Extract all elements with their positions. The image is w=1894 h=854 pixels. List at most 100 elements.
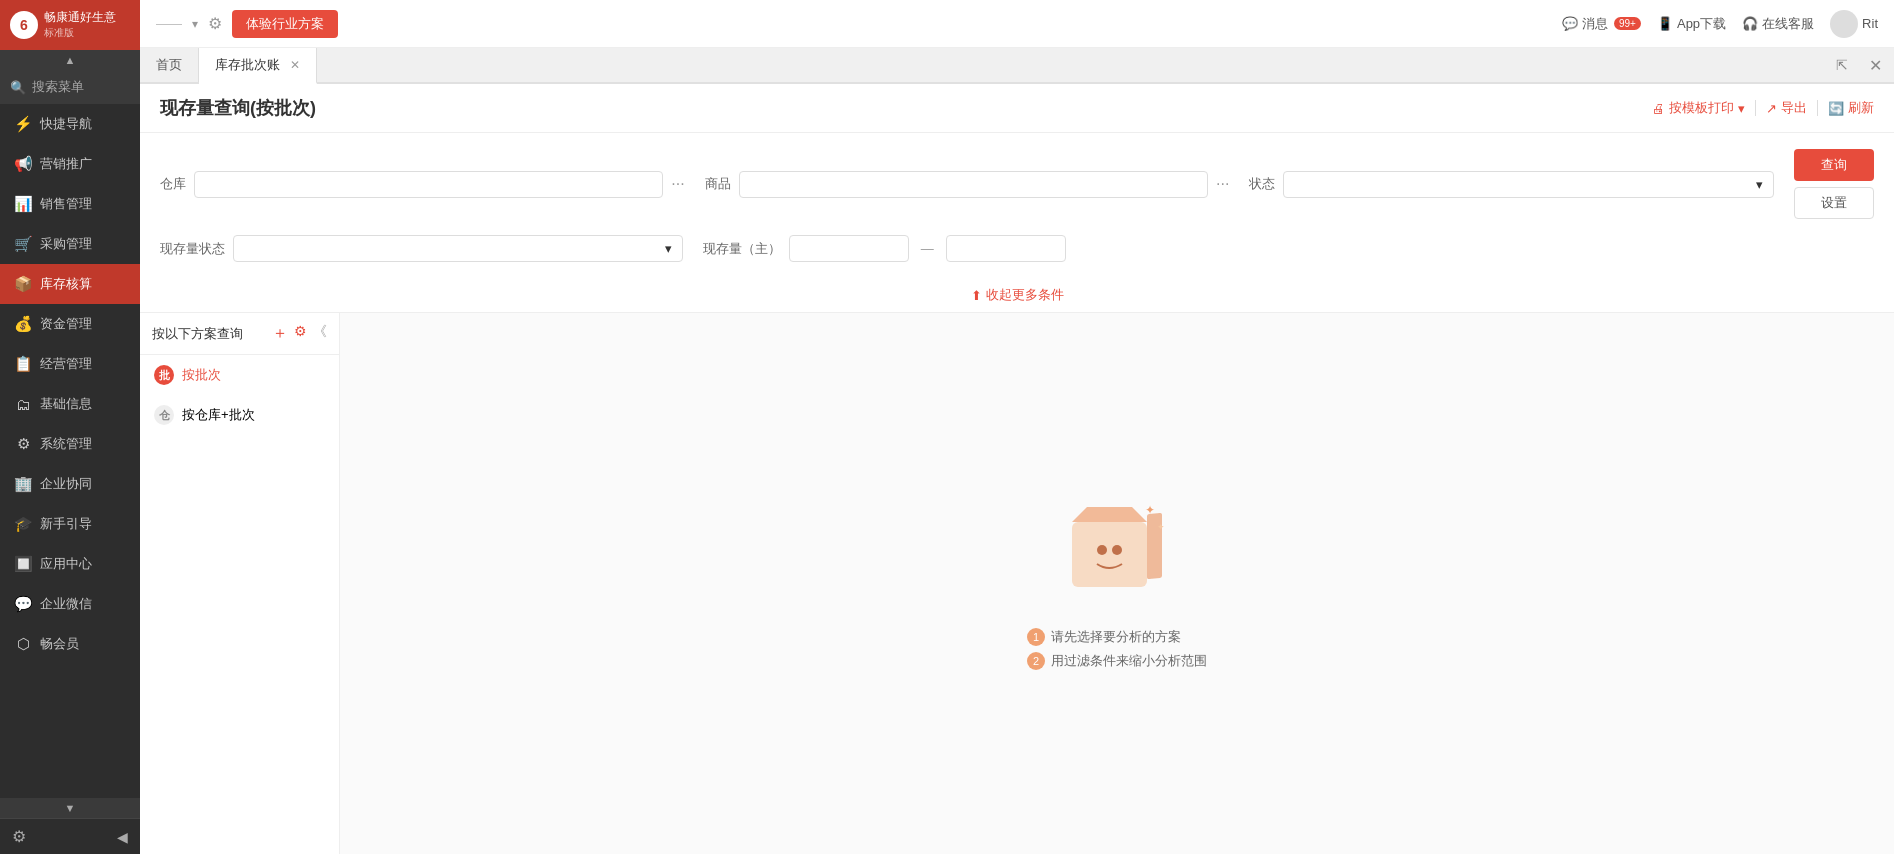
purchase-icon: 🛒 bbox=[14, 235, 32, 253]
collapse-row[interactable]: ⬆ 收起更多条件 bbox=[140, 278, 1894, 313]
divider bbox=[1755, 100, 1756, 116]
sidebar-scroll-down[interactable]: ▼ bbox=[0, 798, 140, 818]
template-print-btn[interactable]: 🖨 按模板打印 ▾ bbox=[1652, 99, 1745, 117]
user-avatar-btn[interactable]: Rit bbox=[1830, 10, 1878, 38]
sidebar-item-wechat[interactable]: 💬 企业微信 bbox=[0, 584, 140, 624]
operation-icon: 📋 bbox=[14, 355, 32, 373]
svg-point-3 bbox=[1097, 545, 1107, 555]
topbar-right: 💬 消息 99+ 📱 App下载 🎧 在线客服 Rit bbox=[1562, 10, 1878, 38]
trial-btn[interactable]: 体验行业方案 bbox=[232, 10, 338, 38]
sidebar-bottom-settings-icon[interactable]: ⚙ bbox=[12, 827, 26, 846]
sidebar-item-marketing[interactable]: 📢 营销推广 bbox=[0, 144, 140, 184]
sidebar-nav: ⚡ 快捷导航 📢 营销推广 📊 销售管理 🛒 采购管理 📦 库存核算 💰 资金管… bbox=[0, 104, 140, 798]
avatar bbox=[1830, 10, 1858, 38]
sidebar-item-label: 应用中心 bbox=[40, 555, 92, 573]
sidebar-item-basic[interactable]: 🗂 基础信息 bbox=[0, 384, 140, 424]
product-input[interactable] bbox=[739, 171, 1208, 198]
sidebar-item-label: 营销推广 bbox=[40, 155, 92, 173]
sidebar-item-member[interactable]: ⬡ 畅会员 bbox=[0, 624, 140, 664]
message-icon: 💬 bbox=[1562, 16, 1578, 31]
system-icon: ⚙ bbox=[14, 435, 32, 453]
sales-icon: 📊 bbox=[14, 195, 32, 213]
scheme-add-btn[interactable]: ＋ bbox=[272, 323, 288, 344]
basic-icon: 🗂 bbox=[14, 395, 32, 413]
sidebar-item-newbie[interactable]: 🎓 新手引导 bbox=[0, 504, 140, 544]
shortcut-icon: ⚡ bbox=[14, 115, 32, 133]
tab-close-icon[interactable]: ✕ bbox=[290, 58, 300, 72]
phone-icon: 📱 bbox=[1657, 16, 1673, 31]
empty-state: ✦ ✦ 1 请先选择要分析的方案 2 用过滤条件来缩小分析范围 bbox=[1027, 492, 1207, 676]
tab-inventory-batch[interactable]: 库存批次账 ✕ bbox=[199, 48, 317, 84]
topbar-dropdown-icon[interactable]: ▾ bbox=[192, 17, 198, 31]
stock-status-select[interactable]: ▾ bbox=[233, 235, 683, 262]
settings-btn[interactable]: 设置 bbox=[1794, 187, 1874, 219]
refresh-btn[interactable]: 🔄 刷新 bbox=[1828, 99, 1874, 117]
topbar: —— ▾ ⚙ 体验行业方案 💬 消息 99+ 📱 App下载 🎧 在线客服 Ri… bbox=[140, 0, 1894, 48]
app-download-btn[interactable]: 📱 App下载 bbox=[1657, 15, 1726, 33]
scheme-settings-btn[interactable]: ⚙ bbox=[294, 323, 307, 344]
query-btn[interactable]: 查询 bbox=[1794, 149, 1874, 181]
sidebar-item-purchase[interactable]: 🛒 采购管理 bbox=[0, 224, 140, 264]
print-dropdown-icon[interactable]: ▾ bbox=[1738, 101, 1745, 116]
collapse-up-icon: ⬆ bbox=[971, 288, 982, 303]
page-header: 现存量查询(按批次) 🖨 按模板打印 ▾ ↗ 导出 🔄 刷新 bbox=[140, 84, 1894, 133]
sidebar-collapse-icon[interactable]: ◀ bbox=[117, 829, 128, 845]
sidebar-item-system[interactable]: ⚙ 系统管理 bbox=[0, 424, 140, 464]
hint-num-2: 2 bbox=[1027, 652, 1045, 670]
sidebar-search-label: 搜索菜单 bbox=[32, 78, 84, 96]
scheme-collapse-btn[interactable]: 《 bbox=[313, 323, 327, 344]
sidebar-item-label: 经营管理 bbox=[40, 355, 92, 373]
sidebar: 6 畅康通好生意 标准版 ▲ 🔍 搜索菜单 ⚡ 快捷导航 📢 营销推广 📊 销售… bbox=[0, 0, 140, 854]
sidebar-item-enterprise[interactable]: 🏢 企业协同 bbox=[0, 464, 140, 504]
sidebar-scroll-up[interactable]: ▲ bbox=[0, 50, 140, 70]
scheme-item-batch[interactable]: 批 按批次 bbox=[140, 355, 339, 395]
product-dots-btn[interactable]: ··· bbox=[1216, 175, 1229, 193]
sidebar-item-label: 畅会员 bbox=[40, 635, 79, 653]
scheme-item-warehouse-batch[interactable]: 仓 按仓库+批次 bbox=[140, 395, 339, 435]
marketing-icon: 📢 bbox=[14, 155, 32, 173]
messages-btn[interactable]: 💬 消息 99+ bbox=[1562, 15, 1641, 33]
export-btn[interactable]: ↗ 导出 bbox=[1766, 99, 1807, 117]
messages-badge: 99+ bbox=[1614, 17, 1641, 30]
sidebar-item-inventory[interactable]: 📦 库存核算 bbox=[0, 264, 140, 304]
hint-text-2: 用过滤条件来缩小分析范围 bbox=[1051, 652, 1207, 670]
warehouse-dots-btn[interactable]: ··· bbox=[671, 175, 684, 193]
filter-panel: 仓库 ··· 商品 ··· 状态 ▾ bbox=[140, 133, 1894, 278]
topbar-gear-icon[interactable]: ⚙ bbox=[208, 14, 222, 33]
sidebar-search[interactable]: 🔍 搜索菜单 bbox=[0, 70, 140, 104]
empty-hints: 1 请先选择要分析的方案 2 用过滤条件来缩小分析范围 bbox=[1027, 628, 1207, 676]
sidebar-item-appstore[interactable]: 🔲 应用中心 bbox=[0, 544, 140, 584]
sidebar-item-finance[interactable]: 💰 资金管理 bbox=[0, 304, 140, 344]
topbar-left: —— ▾ ⚙ 体验行业方案 bbox=[156, 10, 338, 38]
stock-status-dropdown-icon: ▾ bbox=[665, 241, 672, 256]
scheme-item-warehouse-batch-label: 按仓库+批次 bbox=[182, 406, 255, 424]
tabbar-expand-btn[interactable]: ⇱ bbox=[1826, 48, 1858, 82]
status-select[interactable]: ▾ bbox=[1283, 171, 1774, 198]
divider2 bbox=[1817, 100, 1818, 116]
tabbar-close-btn[interactable]: ✕ bbox=[1857, 48, 1894, 82]
warehouse-input[interactable] bbox=[194, 171, 663, 198]
stock-qty-from-input[interactable] bbox=[789, 235, 909, 262]
scheme-icon-warehouse-batch: 仓 bbox=[154, 405, 174, 425]
tab-inventory-batch-label: 库存批次账 bbox=[215, 56, 280, 74]
app-edition: 标准版 bbox=[44, 26, 116, 40]
sidebar-item-sales[interactable]: 📊 销售管理 bbox=[0, 184, 140, 224]
app-logo: 6 bbox=[10, 11, 38, 39]
tab-home[interactable]: 首页 bbox=[140, 48, 199, 82]
refresh-icon: 🔄 bbox=[1828, 101, 1844, 116]
app-download-label: App下载 bbox=[1677, 15, 1726, 33]
svg-text:✦: ✦ bbox=[1145, 503, 1155, 517]
member-icon: ⬡ bbox=[14, 635, 32, 653]
results-area: ✦ ✦ 1 请先选择要分析的方案 2 用过滤条件来缩小分析范围 bbox=[340, 313, 1894, 854]
sidebar-header: 6 畅康通好生意 标准版 bbox=[0, 0, 140, 50]
newbie-icon: 🎓 bbox=[14, 515, 32, 533]
status-label: 状态 bbox=[1249, 175, 1275, 193]
sidebar-item-label: 采购管理 bbox=[40, 235, 92, 253]
online-service-btn[interactable]: 🎧 在线客服 bbox=[1742, 15, 1814, 33]
stock-qty-to-input[interactable] bbox=[946, 235, 1066, 262]
sidebar-item-operation[interactable]: 📋 经营管理 bbox=[0, 344, 140, 384]
sidebar-bottom: ⚙ ◀ bbox=[0, 818, 140, 854]
user-name: Rit bbox=[1862, 16, 1878, 31]
sidebar-item-shortcut[interactable]: ⚡ 快捷导航 bbox=[0, 104, 140, 144]
sidebar-item-label: 系统管理 bbox=[40, 435, 92, 453]
